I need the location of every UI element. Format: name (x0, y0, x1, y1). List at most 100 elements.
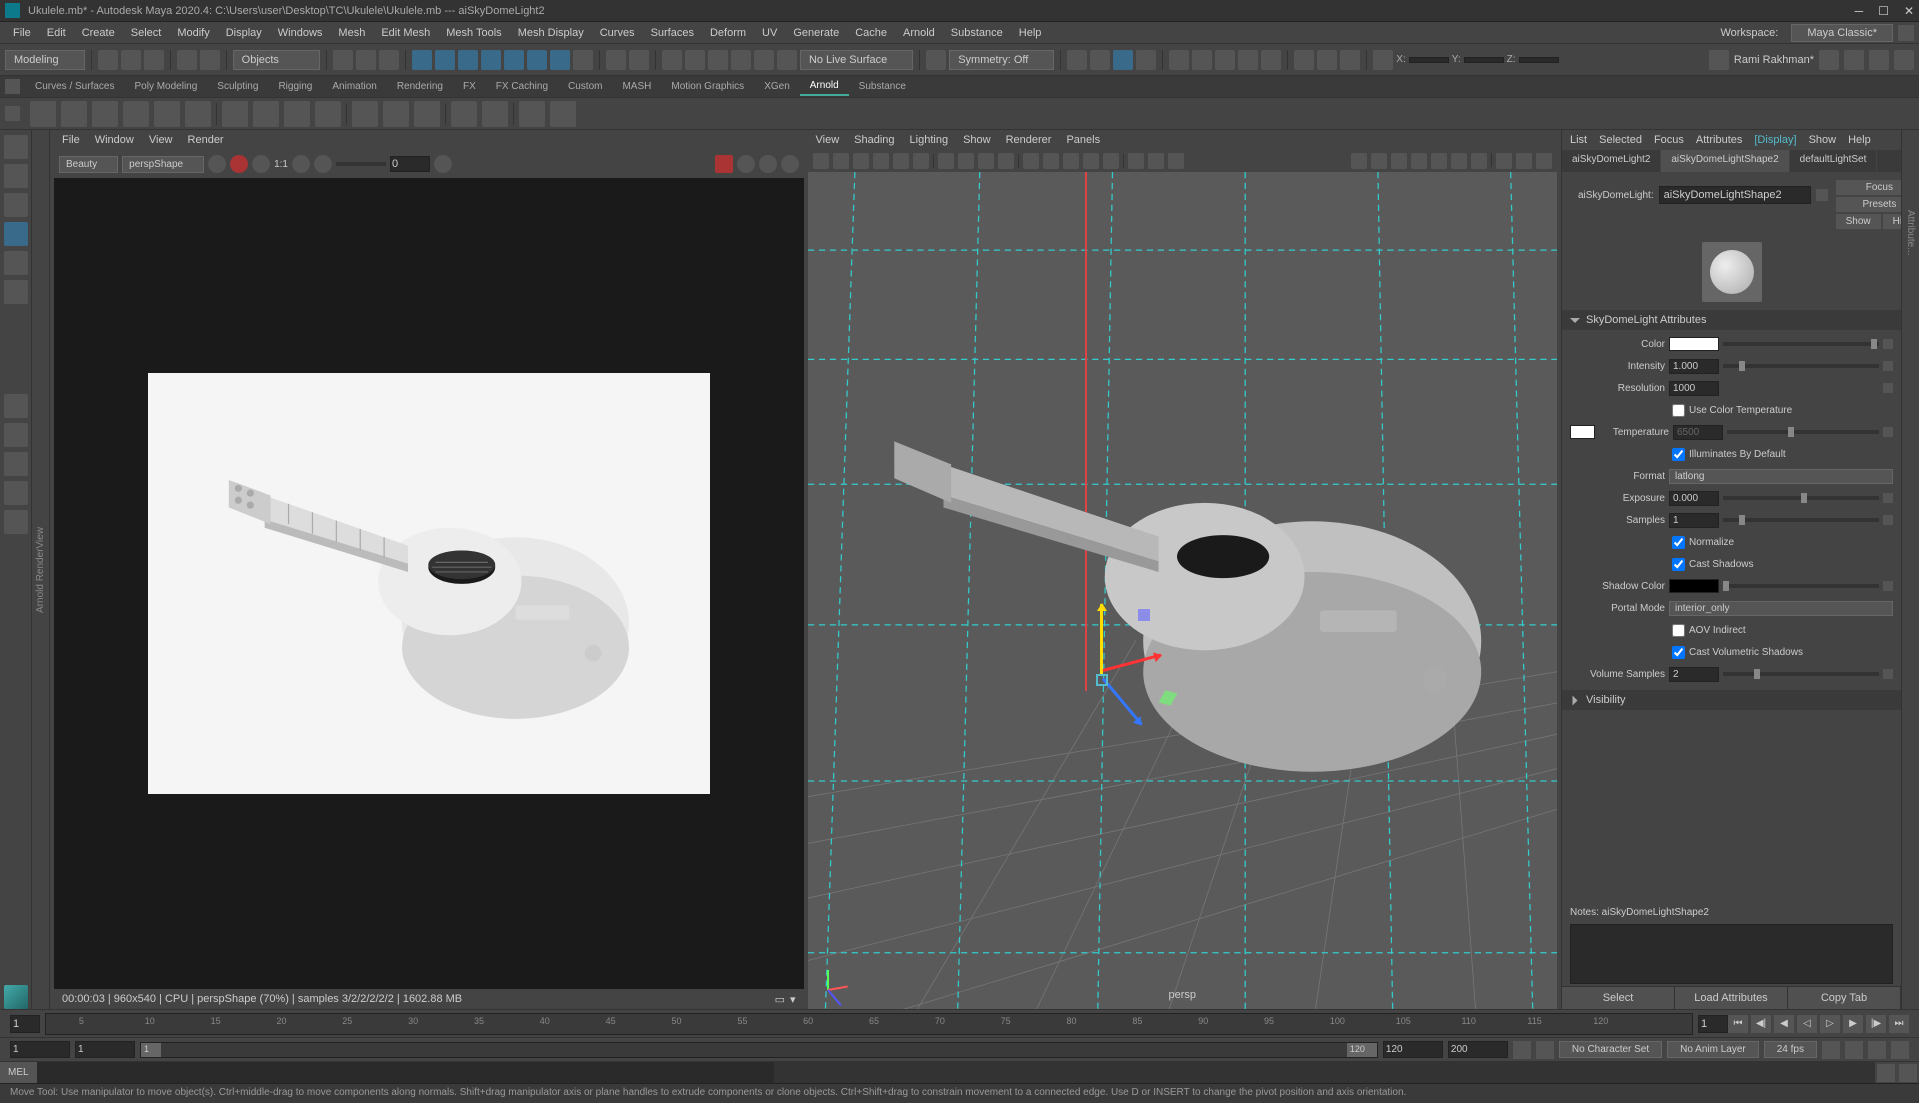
step-forward-key-button[interactable]: |▶ (1866, 1015, 1886, 1033)
shadowcolor-slider[interactable] (1723, 584, 1879, 588)
history-output-icon[interactable] (708, 50, 728, 70)
maximize-button[interactable]: ☐ (1878, 4, 1889, 18)
notes-field[interactable] (1570, 924, 1893, 984)
area-light-icon[interactable] (30, 101, 56, 127)
xray-icon[interactable] (1294, 50, 1314, 70)
scale-tool[interactable] (4, 280, 28, 304)
aa-icon[interactable] (1471, 153, 1487, 169)
shelf-tab[interactable]: Substance (849, 78, 916, 95)
tx-manager-icon[interactable] (383, 101, 409, 127)
vp-menu-renderer[interactable]: Renderer (1006, 134, 1052, 146)
shadowcolor-map-icon[interactable] (1883, 581, 1893, 591)
ukulele-mesh[interactable] (882, 323, 1497, 867)
go-to-end-button[interactable]: ⏭ (1889, 1015, 1909, 1033)
skydome-light-icon[interactable] (61, 101, 87, 127)
wireframe-shaded-icon[interactable] (1317, 50, 1337, 70)
ae-menu-attributes[interactable]: Attributes (1696, 134, 1742, 146)
range-handle[interactable]: 1 (141, 1043, 161, 1057)
select-by-hier-icon[interactable] (333, 50, 353, 70)
history-icon[interactable] (662, 50, 682, 70)
live-lock-icon[interactable] (606, 50, 626, 70)
undo-icon[interactable] (177, 50, 197, 70)
menu-mesh[interactable]: Mesh (330, 27, 373, 39)
mesh-light-icon[interactable] (92, 101, 118, 127)
step-back-key-button[interactable]: ◀| (1751, 1015, 1771, 1033)
show-button[interactable]: Show (1836, 214, 1881, 229)
snap-curve-icon[interactable] (435, 50, 455, 70)
aov-dropdown[interactable]: Beauty (59, 156, 118, 173)
snap-interactive-icon[interactable] (573, 50, 593, 70)
shelf-tab[interactable]: Custom (558, 78, 612, 95)
grid-icon[interactable] (938, 153, 954, 169)
character-set-dropdown[interactable]: No Character Set (1559, 1041, 1662, 1058)
current-frame-field[interactable] (10, 1015, 40, 1033)
lasso-tool[interactable] (4, 164, 28, 188)
rv-menu-render[interactable]: Render (188, 134, 224, 146)
step-forward-button[interactable]: ▶ (1843, 1015, 1863, 1033)
exposure-map-icon[interactable] (1883, 493, 1893, 503)
symmetry-icon[interactable] (926, 50, 946, 70)
camera-dropdown[interactable]: perspShape (122, 156, 204, 173)
playblast-icon[interactable] (1845, 1041, 1863, 1059)
update-tx-icon[interactable] (414, 101, 440, 127)
user-icon[interactable] (1709, 50, 1729, 70)
autokey-icon[interactable] (1513, 1041, 1531, 1059)
menu-create[interactable]: Create (74, 27, 123, 39)
minimize-button[interactable]: ─ (1855, 4, 1864, 18)
resolution-gate-icon[interactable] (978, 153, 994, 169)
material-preview[interactable] (1702, 242, 1762, 302)
color-swatch[interactable] (1669, 337, 1719, 351)
anim-start-field[interactable] (10, 1041, 70, 1058)
outliner-tab[interactable]: Arnold RenderView (32, 130, 50, 1009)
xray-vp-icon[interactable] (1148, 153, 1164, 169)
z-field[interactable] (1519, 57, 1559, 63)
menu-deform[interactable]: Deform (702, 27, 754, 39)
render-current-icon[interactable] (1067, 50, 1087, 70)
absolute-transform-icon[interactable] (1373, 50, 1393, 70)
save-snapshot-icon[interactable] (759, 155, 777, 173)
load-attributes-button[interactable]: Load Attributes (1675, 987, 1788, 1009)
menu-set-dropdown[interactable]: Modeling (5, 50, 85, 70)
samples-map-icon[interactable] (1883, 515, 1893, 525)
create-shader-icon[interactable] (222, 101, 248, 127)
sidebar-toggle2-icon[interactable] (1844, 50, 1864, 70)
rotate-tool[interactable] (4, 251, 28, 275)
current-frame-field-right[interactable] (1698, 1015, 1728, 1033)
gamma-icon[interactable] (314, 155, 332, 173)
move-tool[interactable] (4, 222, 28, 246)
color-map-icon[interactable] (1883, 339, 1893, 349)
select-camera-icon[interactable] (813, 153, 829, 169)
colormgmt-icon[interactable] (1391, 153, 1407, 169)
select-tool[interactable] (4, 135, 28, 159)
shelf-options-icon[interactable] (5, 106, 20, 121)
intensity-field[interactable] (1669, 359, 1719, 374)
menu-arnold[interactable]: Arnold (895, 27, 943, 39)
anim-end-field[interactable] (1448, 1041, 1508, 1058)
expand-icon[interactable]: ▾ (790, 993, 796, 1006)
center-handle[interactable] (1096, 674, 1108, 686)
script-type[interactable]: MEL (0, 1062, 37, 1083)
shelf-tab[interactable]: FX (453, 78, 486, 95)
snapshot-bar-icon[interactable]: ▭ (775, 993, 785, 1006)
shelf-tab[interactable]: Curves / Surfaces (25, 78, 124, 95)
2d-pan-icon[interactable] (893, 153, 909, 169)
menu-generate[interactable]: Generate (785, 27, 847, 39)
settings-gear-icon[interactable] (781, 155, 799, 173)
exposure-slider[interactable] (1723, 496, 1879, 500)
vp-menu-lighting[interactable]: Lighting (910, 134, 949, 146)
shelf-tab[interactable]: XGen (754, 78, 800, 95)
play-back-button[interactable]: ◁ (1797, 1015, 1817, 1033)
light-portal-icon[interactable] (154, 101, 180, 127)
shadowcolor-swatch[interactable] (1669, 579, 1719, 593)
shadows-icon[interactable] (1103, 153, 1119, 169)
shelf-tab[interactable]: Rendering (387, 78, 453, 95)
exposure-slider[interactable] (336, 162, 386, 166)
close-button[interactable]: ✕ (1904, 4, 1914, 18)
gate-mask-icon[interactable] (998, 153, 1014, 169)
temp-map-icon[interactable] (1883, 427, 1893, 437)
vp-menu-view[interactable]: View (816, 134, 840, 146)
x-field[interactable] (1409, 57, 1449, 63)
y-field[interactable] (1464, 57, 1504, 63)
vp-menu-panels[interactable]: Panels (1066, 134, 1100, 146)
colortemp-checkbox[interactable] (1672, 404, 1685, 417)
